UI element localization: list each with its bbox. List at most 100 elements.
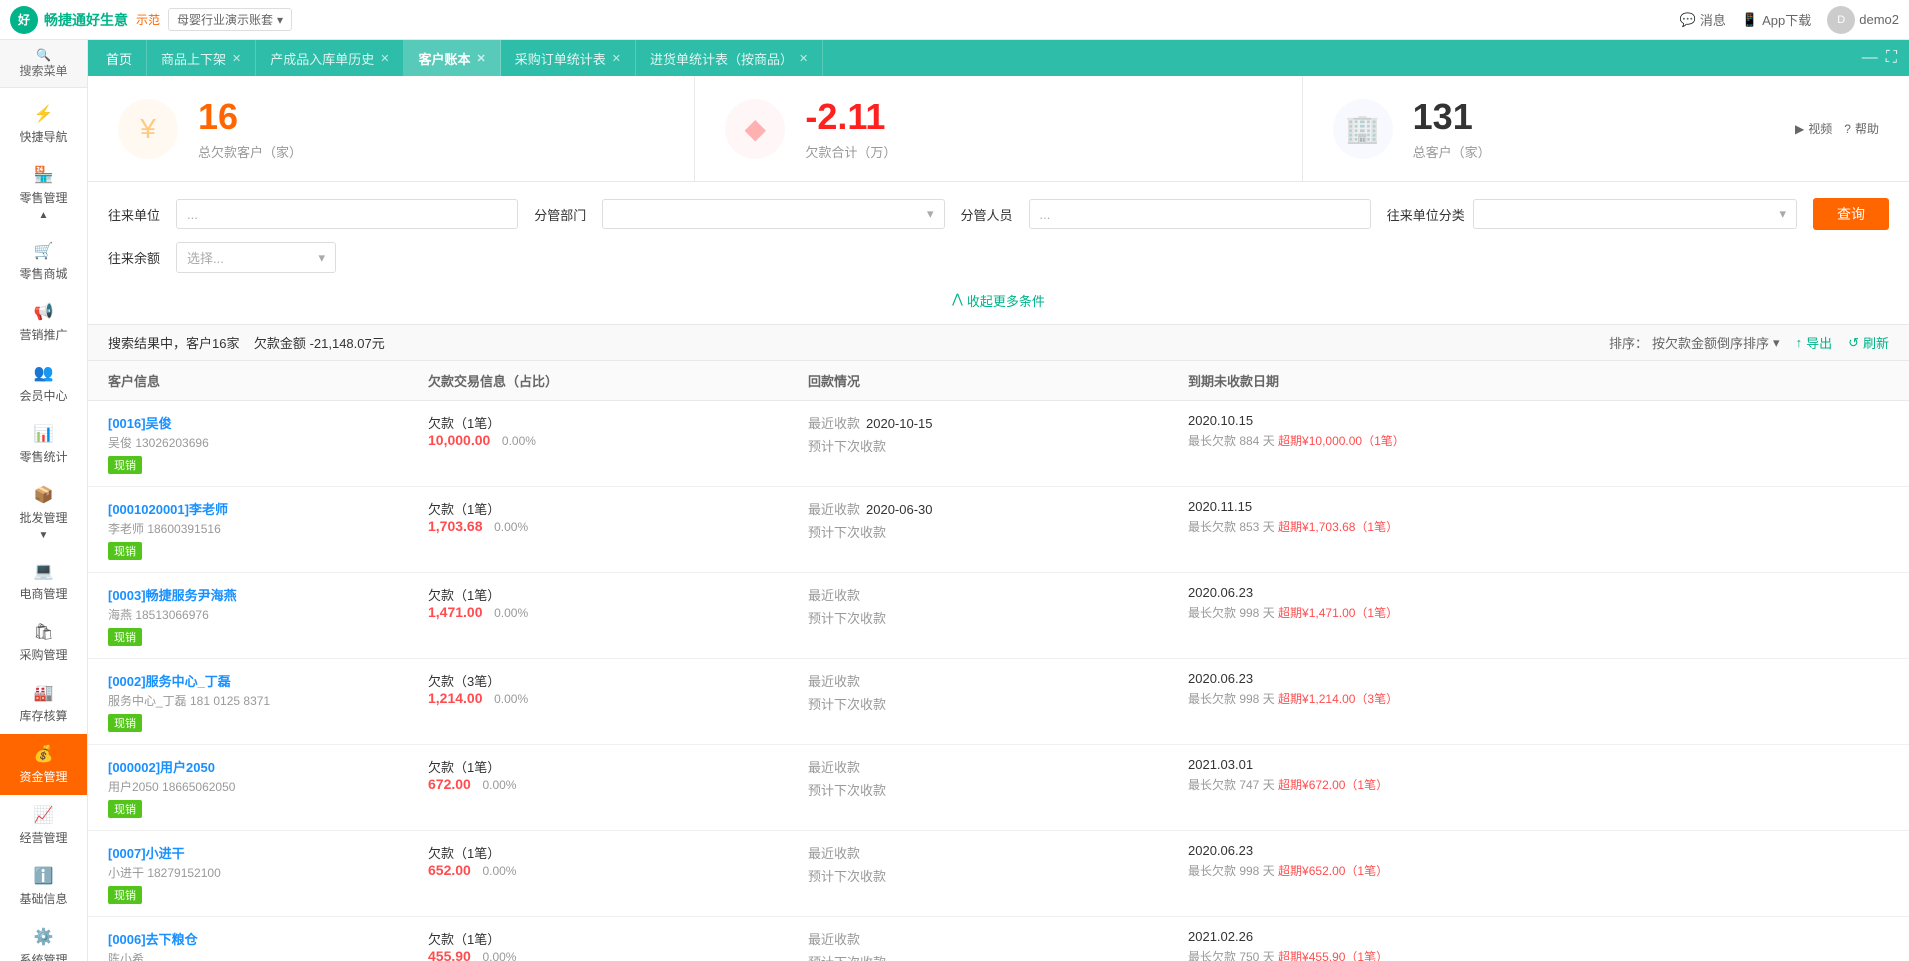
overdue-amount-5[interactable]: 超期¥672.00（1笔） xyxy=(1278,778,1388,792)
debt-percent-2: 0.00% xyxy=(494,520,528,534)
user-name: demo2 xyxy=(1859,12,1899,27)
sidebar-item-wholesale-mgmt[interactable]: 📦 批发管理 ▼ xyxy=(0,475,87,551)
client-name-1[interactable]: [0016]吴俊 xyxy=(108,413,428,432)
stat-icon-building: 🏢 xyxy=(1333,99,1393,159)
overdue-amount-7[interactable]: 超期¥455.90（1笔） xyxy=(1278,950,1388,961)
logo-area: 好 畅捷通好生意 xyxy=(10,6,128,34)
results-summary: 搜索结果中，客户16家 xyxy=(108,336,239,351)
tab-products-off-label: 商品上下架 xyxy=(161,49,226,68)
tab-purchase-order-stats[interactable]: 采购订单统计表 ✕ xyxy=(501,40,636,76)
overdue-amount-2[interactable]: 超期¥1,703.68（1笔） xyxy=(1278,520,1398,534)
sidebar-item-basic-info[interactable]: ℹ️ 基础信息 xyxy=(0,856,87,917)
tab-production-history[interactable]: 产成品入库单历史 ✕ xyxy=(256,40,404,76)
user-menu[interactable]: D demo2 xyxy=(1827,6,1899,34)
return-info-3: 最近收款 预计下次收款 xyxy=(808,585,1188,627)
sidebar-item-retail-mgmt[interactable]: 🏪 零售管理 ▲ xyxy=(0,155,87,231)
client-name-6[interactable]: [0007]小进干 xyxy=(108,843,428,862)
tab-home[interactable]: 首页 xyxy=(92,40,147,76)
unit-class-select[interactable]: ▾ xyxy=(1473,199,1797,229)
sidebar-item-inventory[interactable]: 🏭 库存核算 xyxy=(0,673,87,734)
retail-mall-icon: 🛒 xyxy=(34,241,54,261)
results-actions: 排序： 按欠款金额倒序排序 ▾ ↑ 导出 ↺ 刷新 xyxy=(1609,333,1889,352)
retail-mgmt-icon: 🏪 xyxy=(34,165,54,185)
stat-label-1: 总欠款客户（家） xyxy=(198,142,302,161)
table-container: 客户信息 欠款交易信息（占比） 回款情况 到期未收款日期 [0016]吴俊 吴俊… xyxy=(88,361,1909,961)
client-tag-3: 现销 xyxy=(108,628,142,646)
return-info-5: 最近收款 预计下次收款 xyxy=(808,757,1188,799)
overdue-days-5: 最长欠款 747 天 xyxy=(1188,778,1275,792)
overdue-amount-3[interactable]: 超期¥1,471.00（1笔） xyxy=(1278,606,1398,620)
app-download-btn[interactable]: 📱 App下载 xyxy=(1742,10,1811,29)
client-name-5[interactable]: [000002]用户2050 xyxy=(108,757,428,776)
return-label-4: 最近收款 xyxy=(808,674,860,689)
client-name-7[interactable]: [0006]去下粮仓 xyxy=(108,929,428,948)
sidebar-item-sys-mgmt[interactable]: ⚙️ 系统管理 xyxy=(0,917,87,961)
filter-row-1: 往来单位 ... 分管部门 ▾ xyxy=(108,198,1889,230)
client-name-2[interactable]: [0001020001]李老师 xyxy=(108,499,428,518)
close-purchase[interactable]: ✕ xyxy=(612,52,621,65)
close-customer[interactable]: ✕ xyxy=(477,52,486,65)
ops-icon: 📈 xyxy=(34,805,54,825)
tab-purchase-stats-by-product[interactable]: 进货单统计表（按商品） ✕ xyxy=(636,40,823,76)
results-bar: 搜索结果中，客户16家 欠款金额 -21,148.07元 排序： 按欠款金额倒序… xyxy=(88,325,1909,361)
tab-products-off[interactable]: 商品上下架 ✕ xyxy=(147,40,256,76)
video-action[interactable]: ▶ 视频 xyxy=(1795,120,1832,137)
close-purchase-by-product[interactable]: ✕ xyxy=(799,52,808,65)
close-products-off[interactable]: ✕ xyxy=(232,52,241,65)
sidebar-item-retail-mall[interactable]: 🛒 零售商城 xyxy=(0,231,87,292)
search-button[interactable]: 查询 xyxy=(1813,198,1889,230)
overdue-days-3: 最长欠款 998 天 xyxy=(1188,606,1275,620)
debt-label-2: 欠款（1笔） xyxy=(428,502,500,517)
sort-select[interactable]: 排序： 按欠款金额倒序排序 ▾ xyxy=(1609,333,1780,352)
balance-select[interactable]: 选择... ▾ xyxy=(176,242,336,273)
debt-amount-2: 1,703.68 xyxy=(428,518,483,534)
balance-label: 往来余额 xyxy=(108,248,168,267)
message-icon: 💬 xyxy=(1680,12,1696,28)
client-info-1: [0016]吴俊 吴俊 13026203696 现销 xyxy=(108,413,428,474)
sidebar-item-marketing[interactable]: 📢 营销推广 xyxy=(0,292,87,353)
person-input[interactable]: ... xyxy=(1029,199,1371,229)
overdue-days-4: 最长欠款 998 天 xyxy=(1188,692,1275,706)
dept-select[interactable]: ▾ xyxy=(602,199,944,229)
client-phone-3: 海燕 18513066976 xyxy=(108,606,428,623)
export-button[interactable]: ↑ 导出 xyxy=(1796,333,1833,352)
sidebar-item-ecommerce-mgmt[interactable]: 💻 电商管理 xyxy=(0,551,87,612)
sidebar-search[interactable]: 🔍 搜索菜单 xyxy=(0,40,87,88)
collapse-tabs-icon[interactable]: — xyxy=(1862,49,1878,67)
client-name-3[interactable]: [0003]畅捷服务尹海燕 xyxy=(108,585,428,604)
col-header-debt: 欠款交易信息（占比） xyxy=(428,371,808,390)
sidebar-item-purchase-mgmt[interactable]: 🛍 采购管理 xyxy=(0,612,87,673)
close-production[interactable]: ✕ xyxy=(380,52,389,65)
messages-btn[interactable]: 💬 消息 xyxy=(1680,10,1726,29)
collapse-row[interactable]: ⋀ 收起更多条件 xyxy=(108,285,1889,316)
debt-label-3: 欠款（1笔） xyxy=(428,588,500,603)
purchase-label: 采购管理 xyxy=(19,646,67,663)
expand-tabs-icon[interactable]: ⛶ xyxy=(1886,49,1897,67)
tab-customer-account[interactable]: 客户账本 ✕ xyxy=(404,40,500,76)
balance-arrow-icon: ▾ xyxy=(318,250,325,266)
client-phone-5: 用户2050 18665062050 xyxy=(108,778,428,795)
filter-dept: 分管部门 ▾ xyxy=(534,199,944,229)
overdue-amount-1[interactable]: 超期¥10,000.00（1笔） xyxy=(1278,434,1405,448)
filter-balance: 往来余额 选择... ▾ xyxy=(108,242,1889,273)
overdue-amount-4[interactable]: 超期¥1,214.00（3笔） xyxy=(1278,692,1398,706)
client-name-4[interactable]: [0002]服务中心_丁磊 xyxy=(108,671,428,690)
sidebar: 🔍 搜索菜单 ⚡ 快捷导航 🏪 零售管理 ▲ 🛒 零售商城 📢 xyxy=(0,40,88,961)
sidebar-item-ops-mgmt[interactable]: 📈 经营管理 xyxy=(0,795,87,856)
logo-icon: 好 xyxy=(10,6,38,34)
company-selector[interactable]: 母婴行业演示账套 ▾ xyxy=(168,8,292,31)
sidebar-item-member-center[interactable]: 👥 会员中心 xyxy=(0,353,87,414)
sidebar-item-capital-mgmt[interactable]: 💰 资金管理 xyxy=(0,734,87,795)
sidebar-item-quick-nav[interactable]: ⚡ 快捷导航 xyxy=(0,94,87,155)
table-row: [0002]服务中心_丁磊 服务中心_丁磊 181 0125 8371 现销 欠… xyxy=(88,659,1909,745)
help-action[interactable]: ? 帮助 xyxy=(1844,120,1879,137)
client-unit-input[interactable]: ... xyxy=(176,199,518,229)
debt-amount-6: 652.00 xyxy=(428,862,471,878)
client-unit-label: 往来单位 xyxy=(108,205,168,224)
sidebar-nav: ⚡ 快捷导航 🏪 零售管理 ▲ 🛒 零售商城 📢 营销推广 👥 xyxy=(0,88,87,961)
marketing-label: 营销推广 xyxy=(19,326,67,343)
refresh-button[interactable]: ↺ 刷新 xyxy=(1848,333,1889,352)
overdue-amount-6[interactable]: 超期¥652.00（1笔） xyxy=(1278,864,1388,878)
stat-info-1: 16 总欠款客户（家） xyxy=(198,96,302,161)
sidebar-item-retail-stats[interactable]: 📊 零售统计 xyxy=(0,414,87,475)
